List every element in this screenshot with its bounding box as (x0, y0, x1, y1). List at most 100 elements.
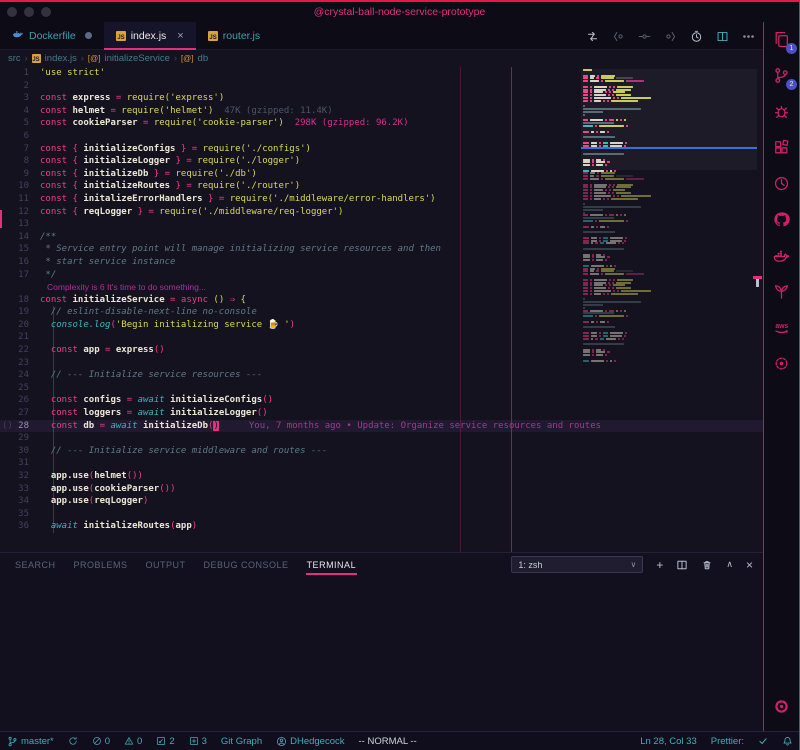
panel-tab-problems[interactable]: PROBLEMS (73, 556, 129, 574)
status-prettier-[interactable]: Prettier: (704, 736, 751, 747)
split-terminal-button[interactable] (676, 559, 688, 571)
status--normal-[interactable]: -- NORMAL -- (352, 732, 424, 750)
badge: 1 (786, 43, 797, 54)
breadcrumb-item-initializeService[interactable]: initializeService (104, 53, 169, 64)
breadcrumb[interactable]: src›JSindex.js›[@]initializeService›[@]d… (0, 50, 763, 66)
activity-item-manage[interactable] (773, 698, 792, 717)
activity-item-source-control[interactable]: 2 (773, 67, 792, 86)
line-number: 5 (0, 117, 40, 130)
line-number: 8 (0, 155, 40, 168)
overview-ruler-cursor-marker (753, 276, 762, 287)
badge: 2 (786, 79, 797, 90)
status-master-[interactable]: master* (0, 732, 61, 750)
status-ln-28-col-33[interactable]: Ln 28, Col 33 (633, 736, 704, 747)
status-git-graph[interactable]: Git Graph (214, 732, 269, 750)
next-change-icon[interactable] (664, 30, 677, 43)
status-check[interactable] (751, 736, 775, 746)
editor-tab-router.js[interactable]: JSrouter.js (196, 22, 272, 49)
new-terminal-button[interactable]: + (656, 558, 663, 572)
panel-tab-terminal[interactable]: TERMINAL (306, 556, 358, 574)
activity-item-explorer[interactable]: 1 (773, 31, 792, 50)
tab-label: Dockerfile (29, 30, 76, 42)
activity-item-settings-ring[interactable] (773, 355, 792, 374)
line-number: 28() (0, 420, 40, 433)
window-title: @crystal-ball-node-service-prototype (0, 6, 799, 18)
line-number: 1 (0, 67, 40, 80)
js-file-icon: JS (116, 31, 126, 41)
warning-icon (124, 736, 134, 746)
line-number: 24 (0, 369, 40, 382)
activity-item-extensions[interactable] (773, 139, 792, 158)
timer-icon[interactable] (690, 30, 703, 43)
prev-change-icon[interactable] (612, 30, 625, 43)
activity-item-history[interactable] (773, 175, 792, 194)
activity-item-foliage[interactable] (773, 283, 792, 302)
line-number: 6 (0, 130, 40, 143)
activity-item-docker[interactable] (773, 247, 792, 266)
editor-tab-index.js[interactable]: JSindex.js× (104, 22, 196, 49)
status-2[interactable]: 2 (149, 732, 181, 750)
line-number: 26 (0, 394, 40, 407)
code-editor[interactable]: 1'use strict'23const express = require('… (0, 67, 763, 552)
activity-item-github[interactable] (773, 211, 792, 230)
close-panel-button[interactable]: × (746, 558, 753, 572)
line-number: 16 (0, 256, 40, 269)
line-number: 19 (0, 306, 40, 319)
line-number: 14 (0, 231, 40, 244)
title-bar: @crystal-ball-node-service-prototype (0, 2, 799, 22)
editor-actions (586, 22, 755, 50)
status-bell[interactable] (775, 736, 800, 747)
line-number: 2 (0, 80, 40, 93)
compare-changes-icon[interactable] (586, 30, 599, 43)
git-blame-annotation: You, 7 months ago • Update: Organize ser… (249, 421, 601, 431)
line-number: 33 (0, 483, 40, 496)
close-icon[interactable]: × (177, 30, 183, 42)
line-number: 32 (0, 470, 40, 483)
activity-item-aws[interactable]: aws (773, 319, 792, 338)
line-number: 13 (0, 218, 40, 231)
line-number: 21 (0, 331, 40, 344)
chevron-down-icon: ∨ (631, 560, 637, 569)
line-number: 31 (0, 457, 40, 470)
modified-icon (156, 736, 166, 746)
minimap-viewport[interactable] (581, 69, 757, 170)
activity-item-debug[interactable] (773, 103, 792, 122)
added-icon (189, 736, 199, 746)
panel-tab-debug-console[interactable]: DEBUG CONSOLE (203, 556, 290, 574)
line-number: 25 (0, 382, 40, 395)
split-editor-icon[interactable] (716, 30, 729, 43)
breadcrumb-item-index.js[interactable]: index.js (45, 53, 77, 64)
panel-tab-output[interactable]: OUTPUT (145, 556, 187, 574)
branch-icon (7, 736, 18, 747)
editor-tab-dockerfile[interactable]: Dockerfile (0, 22, 104, 49)
chevron-right-icon: › (81, 53, 84, 63)
tab-label: router.js (223, 30, 260, 42)
check-icon (758, 736, 768, 746)
chevron-right-icon: › (174, 53, 177, 63)
line-number: 36 (0, 520, 40, 533)
status-bar: master*0023Git GraphDHedgecock-- NORMAL … (0, 731, 800, 750)
minimap[interactable] (581, 69, 757, 552)
terminal-shell-select[interactable]: 1: zsh ∨ (511, 556, 643, 573)
line-number: 9 (0, 168, 40, 181)
panel-tab-search[interactable]: SEARCH (14, 556, 57, 574)
minimap-current-line (581, 147, 757, 149)
activity-bar: 1 2 aws (763, 22, 800, 733)
js-file-icon: JS (32, 54, 41, 63)
status-dhedgecock[interactable]: DHedgecock (269, 732, 351, 750)
line-number: 12 (0, 206, 40, 219)
status-0[interactable]: 0 (85, 732, 117, 750)
line-number: 30 (0, 445, 40, 458)
status-0[interactable]: 0 (117, 732, 149, 750)
breadcrumb-item-src[interactable]: src (8, 53, 21, 64)
maximize-panel-button[interactable]: ∧ (726, 559, 733, 570)
current-change-icon[interactable] (638, 30, 651, 43)
line-number: 17 (0, 269, 40, 282)
kill-terminal-button[interactable] (701, 559, 713, 571)
symbol-icon: [@] (88, 54, 101, 63)
line-number: 15 (0, 243, 40, 256)
breadcrumb-item-db[interactable]: db (198, 53, 209, 64)
status-sync[interactable] (61, 732, 85, 750)
more-actions-icon[interactable] (742, 30, 755, 43)
status-3[interactable]: 3 (182, 732, 214, 750)
